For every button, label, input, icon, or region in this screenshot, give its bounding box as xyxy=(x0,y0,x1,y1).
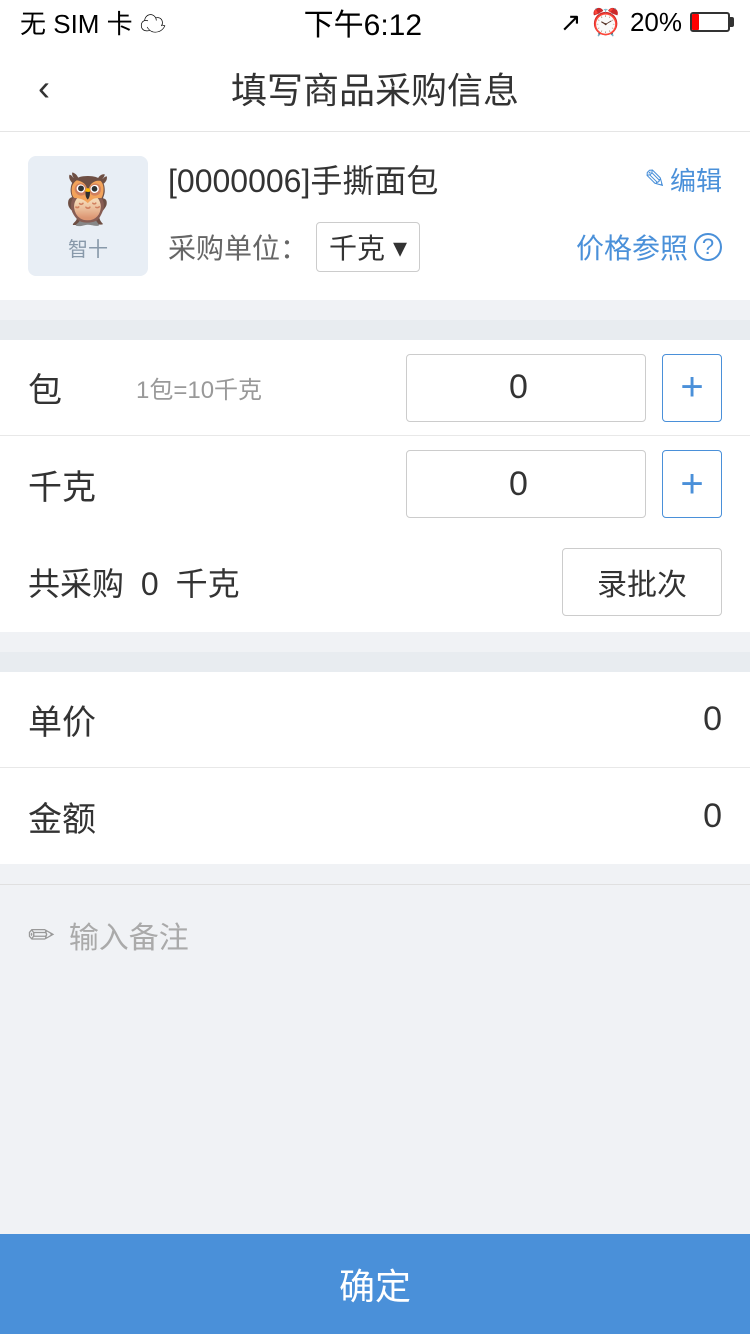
unit-price-label: 单价 xyxy=(28,695,96,744)
product-info: [0000006]手撕面包 ✎ 编辑 采购单位： 千克 ▾ 价格参照 ? xyxy=(168,156,722,272)
status-bar: 无 SIM 卡 ☁ 下午6:12 ↗ ⏰ 20% xyxy=(0,0,750,44)
help-icon: ? xyxy=(694,233,722,261)
kg-input-wrap: + xyxy=(128,450,722,518)
bag-input-wrap: + xyxy=(262,354,722,422)
amount-row: 金额 0 xyxy=(0,768,750,864)
product-thumb-label: 智十 xyxy=(68,233,108,262)
unit-dropdown-icon: ▾ xyxy=(393,231,407,264)
sim-status: 无 SIM 卡 ☁ xyxy=(20,4,166,41)
input-section: 包 1包=10千克 + 千克 + xyxy=(0,340,750,532)
bag-plus-button[interactable]: + xyxy=(662,354,722,422)
bag-input[interactable] xyxy=(406,354,646,422)
product-card: 🦉 智十 [0000006]手撕面包 ✎ 编辑 采购单位： 千克 ▾ 价格参照 … xyxy=(0,132,750,300)
section-divider-1 xyxy=(0,320,750,340)
unit-select[interactable]: 千克 ▾ xyxy=(316,222,420,272)
kg-plus-button[interactable]: + xyxy=(662,450,722,518)
summary-text: 共采购 0 千克 xyxy=(28,559,240,605)
battery-percent: 20% xyxy=(630,7,682,38)
unit-price-value: 0 xyxy=(703,700,722,739)
bag-sublabel: 1包=10千克 xyxy=(136,370,262,405)
product-unit-row: 采购单位： 千克 ▾ 价格参照 ? xyxy=(168,222,722,272)
product-thumb-icon: 🦉 xyxy=(57,170,119,229)
notes-icon: ✏ xyxy=(28,916,55,954)
summary-row: 共采购 0 千克 录批次 xyxy=(0,532,750,632)
product-name: [0000006]手撕面包 xyxy=(168,156,438,202)
back-button[interactable]: ‹ xyxy=(28,57,60,119)
edit-icon: ✎ xyxy=(644,164,666,195)
status-right: ↗ ⏰ 20% xyxy=(560,7,730,38)
confirm-button[interactable]: 确定 xyxy=(0,1234,750,1334)
unit-label: 采购单位： xyxy=(168,227,308,267)
status-left: 无 SIM 卡 ☁ xyxy=(20,4,166,41)
notes-section[interactable]: ✏ 输入备注 xyxy=(0,884,750,984)
status-time: 下午6:12 xyxy=(304,0,422,44)
alarm-icon: ⏰ xyxy=(590,7,622,38)
location-icon: ↗ xyxy=(560,7,582,38)
section-divider-2 xyxy=(0,652,750,672)
amount-value: 0 xyxy=(703,797,722,836)
battery-indicator xyxy=(690,12,730,32)
price-ref-label: 价格参照 xyxy=(576,227,688,267)
summary-unit: 千克 xyxy=(176,566,240,602)
product-name-row: [0000006]手撕面包 ✎ 编辑 xyxy=(168,156,722,202)
kg-label: 千克 xyxy=(28,460,128,509)
kg-input-row: 千克 + xyxy=(0,436,750,532)
edit-button[interactable]: ✎ 编辑 xyxy=(644,161,722,198)
bag-label: 包 xyxy=(28,363,128,412)
price-ref-button[interactable]: 价格参照 ? xyxy=(576,227,722,267)
summary-quantity: 0 xyxy=(141,566,159,602)
amount-label: 金额 xyxy=(28,792,96,841)
nav-bar: ‹ 填写商品采购信息 xyxy=(0,44,750,132)
unit-value: 千克 xyxy=(329,227,385,267)
product-thumbnail: 🦉 智十 xyxy=(28,156,148,276)
page-title: 填写商品采购信息 xyxy=(231,62,519,114)
notes-placeholder: 输入备注 xyxy=(69,913,189,957)
bag-input-row: 包 1包=10千克 + xyxy=(0,340,750,436)
price-section: 单价 0 金额 0 xyxy=(0,672,750,864)
batch-button[interactable]: 录批次 xyxy=(562,548,722,616)
edit-label: 编辑 xyxy=(670,161,722,198)
kg-input[interactable] xyxy=(406,450,646,518)
summary-label: 共采购 xyxy=(28,566,124,602)
unit-price-row: 单价 0 xyxy=(0,672,750,768)
